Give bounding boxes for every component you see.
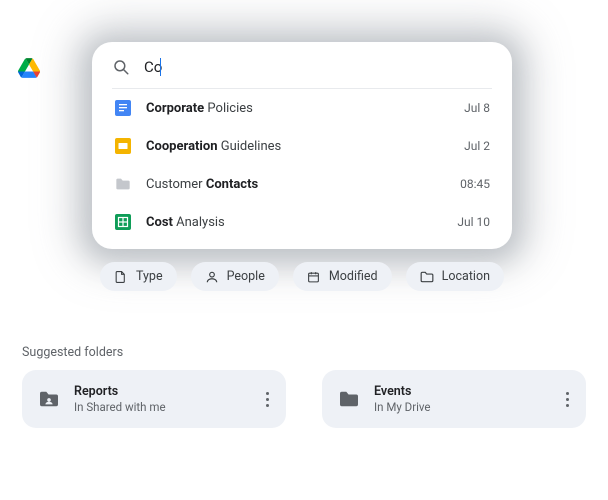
docs-icon (114, 99, 132, 117)
result-name: Customer Contacts (146, 177, 446, 192)
chip-label: People (227, 269, 265, 284)
folder-icon (338, 388, 360, 410)
section-title: Suggested folders (22, 345, 123, 360)
result-date: Jul 2 (464, 139, 490, 153)
folder-name: Events (374, 384, 544, 399)
chip-modified[interactable]: Modified (293, 262, 392, 291)
slides-icon (114, 137, 132, 155)
folder-location: In Shared with me (74, 400, 244, 414)
search-result[interactable]: Cost Analysis Jul 10 (92, 203, 512, 249)
suggested-folders-row: Reports In Shared with me Events In My D… (22, 370, 586, 428)
folder-icon (114, 175, 132, 193)
chip-label: Location (442, 269, 490, 284)
folder-outline-icon (420, 270, 434, 284)
folder-card-reports[interactable]: Reports In Shared with me (22, 370, 286, 428)
chip-label: Type (136, 269, 163, 284)
result-name: Corporate Policies (146, 101, 450, 116)
folder-text: Events In My Drive (374, 384, 544, 414)
folder-location: In My Drive (374, 400, 544, 414)
search-icon (112, 58, 130, 76)
result-date: Jul 10 (457, 215, 490, 229)
filter-chips-row: Type People Modified Location (100, 262, 504, 291)
search-input[interactable]: Co (144, 58, 161, 76)
more-options-button[interactable] (558, 388, 576, 411)
chip-label: Modified (329, 269, 378, 284)
result-name: Cost Analysis (146, 215, 443, 230)
drive-logo-icon (18, 58, 40, 80)
chip-people[interactable]: People (191, 262, 279, 291)
folder-text: Reports In Shared with me (74, 384, 244, 414)
search-row[interactable]: Co (92, 42, 512, 88)
result-date: Jul 8 (464, 101, 490, 115)
chip-location[interactable]: Location (406, 262, 504, 291)
text-caret (160, 58, 161, 76)
more-options-button[interactable] (258, 388, 276, 411)
calendar-icon (307, 270, 321, 284)
person-icon (205, 270, 219, 284)
search-result[interactable]: Cooperation Guidelines Jul 2 (92, 127, 512, 165)
sheets-icon (114, 213, 132, 231)
search-panel: Co Corporate Policies Jul 8 Cooperation … (92, 42, 512, 249)
shared-folder-icon (38, 388, 60, 410)
search-result[interactable]: Customer Contacts 08:45 (92, 165, 512, 203)
result-name: Cooperation Guidelines (146, 139, 450, 154)
chip-type[interactable]: Type (100, 262, 177, 291)
folder-card-events[interactable]: Events In My Drive (322, 370, 586, 428)
result-date: 08:45 (460, 177, 490, 191)
search-result[interactable]: Corporate Policies Jul 8 (92, 89, 512, 127)
folder-name: Reports (74, 384, 244, 399)
file-icon (114, 270, 128, 284)
